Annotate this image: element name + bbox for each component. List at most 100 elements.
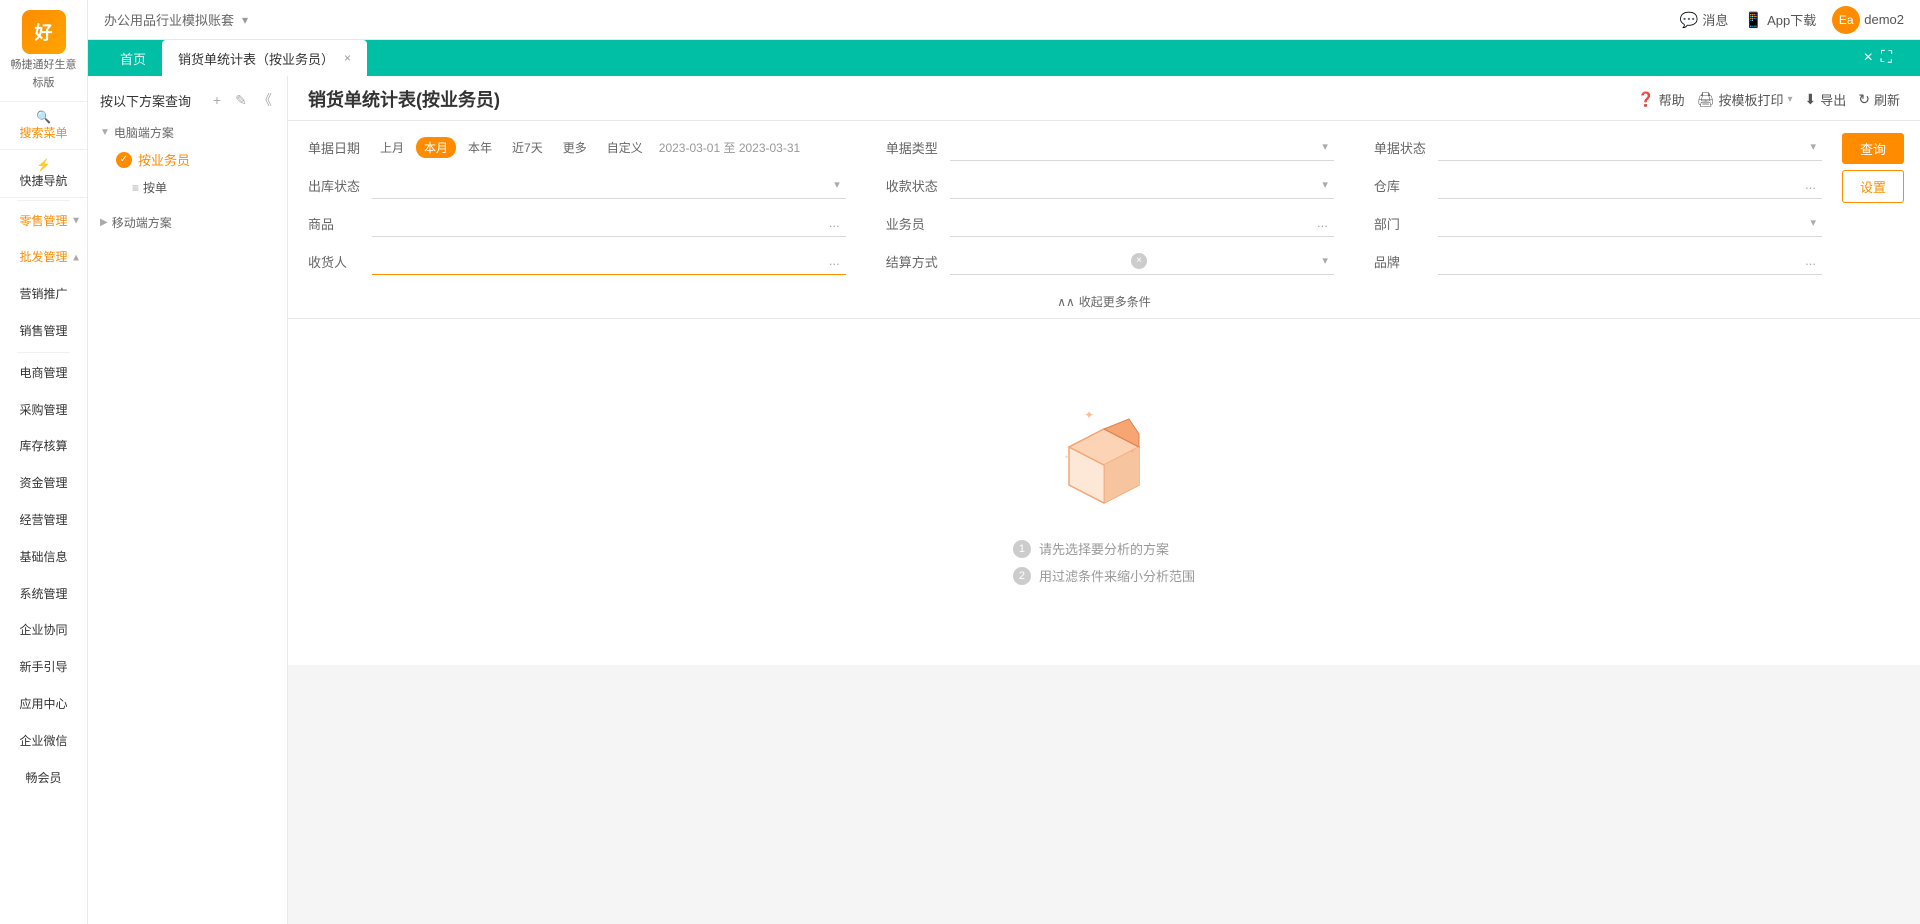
template-print-label: 按模板打印 bbox=[1718, 90, 1783, 109]
mobile-scheme-section: ▶ 移动端方案 bbox=[88, 205, 287, 240]
settlement-arrow: ▾ bbox=[1322, 254, 1328, 267]
refresh-btn[interactable]: ↻ 刷新 bbox=[1858, 90, 1900, 109]
filter-form: 单据日期 上月 本月 本年 近7天 更多 自定义 20 bbox=[288, 121, 1842, 285]
scheme-item-by-salesperson[interactable]: ✓ 按业务员 bbox=[88, 145, 287, 174]
template-print-btn[interactable]: 🖨 按模板打印 ▾ bbox=[1697, 90, 1793, 109]
tab-minimize-btn[interactable]: × bbox=[1863, 49, 1872, 67]
sidebar-item-wholesale[interactable]: 批发管理 ▲ bbox=[0, 239, 87, 276]
filter-warehouse: 仓库 ... bbox=[1374, 171, 1822, 199]
user-name: demo2 bbox=[1864, 12, 1904, 27]
sidebar-item-purchase[interactable]: 采购管理 bbox=[0, 392, 87, 429]
page-actions: ❓ 帮助 🖨 按模板打印 ▾ ⬇ 导出 ↻ 刷新 bbox=[1637, 90, 1900, 109]
receipt-status-label: 收款状态 bbox=[886, 176, 942, 195]
date-tab-custom[interactable]: 自定义 bbox=[599, 137, 651, 158]
date-tab-this-month[interactable]: 本月 bbox=[416, 137, 456, 158]
sidebar-item-appstore[interactable]: 应用中心 bbox=[0, 686, 87, 723]
brand-control[interactable]: ... bbox=[1438, 247, 1822, 275]
mobile-section-header[interactable]: ▶ 移动端方案 bbox=[88, 209, 287, 236]
empty-tip-1: 1 请先选择要分析的方案 bbox=[1013, 539, 1195, 558]
doc-status-control[interactable]: ▾ bbox=[1438, 133, 1822, 161]
scheme-collapse-btn[interactable]: 《 bbox=[255, 90, 275, 110]
sidebar-item-newbie[interactable]: 新手引导 bbox=[0, 649, 87, 686]
settlement-control[interactable]: × ▾ bbox=[950, 247, 1334, 275]
sidebar-item-sales[interactable]: 销售管理 bbox=[0, 313, 87, 350]
tip-1-num: 1 bbox=[1013, 540, 1031, 558]
sidebar-item-retail[interactable]: 零售管理 ▼ bbox=[0, 203, 87, 240]
ecommerce-label: 电商管理 bbox=[4, 365, 83, 382]
purchase-label: 采购管理 bbox=[4, 402, 83, 419]
sidebar-item-marketing[interactable]: 营销推广 bbox=[0, 276, 87, 313]
export-icon: ⬇ bbox=[1805, 91, 1817, 108]
tip-2-num: 2 bbox=[1013, 567, 1031, 585]
warehouse-control[interactable]: ... bbox=[1438, 171, 1822, 199]
out-status-control[interactable]: ▾ bbox=[372, 171, 846, 199]
salesperson-control[interactable]: ... bbox=[950, 209, 1334, 237]
help-btn[interactable]: ❓ 帮助 bbox=[1637, 90, 1684, 109]
active-tab-label: 销货单统计表（按业务员） bbox=[178, 49, 334, 68]
pc-section-label: 电脑端方案 bbox=[114, 124, 174, 141]
quick-nav-icon: ⚡ bbox=[6, 158, 81, 172]
pc-section-header[interactable]: ▼ 电脑端方案 bbox=[88, 120, 287, 145]
print-arrow: ▾ bbox=[1787, 94, 1792, 105]
settlement-label: 结算方式 bbox=[886, 252, 942, 271]
sidebar-item-ecommerce[interactable]: 电商管理 bbox=[0, 355, 87, 392]
sidebar-item-enterprise[interactable]: 企业协同 bbox=[0, 612, 87, 649]
breadcrumb-dropdown[interactable]: ▾ bbox=[242, 13, 248, 27]
sidebar-item-basic[interactable]: 基础信息 bbox=[0, 539, 87, 576]
collapse-more-btn[interactable]: ∧∧ 收起更多条件 bbox=[1045, 291, 1163, 312]
tab-maximize-btn[interactable]: ⛶ bbox=[1881, 49, 1892, 67]
member-label: 畅会员 bbox=[4, 770, 83, 787]
logo-area[interactable]: 好 畅捷通好生意 标版 bbox=[0, 0, 87, 102]
sidebar-item-quick-nav[interactable]: ⚡ 快捷导航 bbox=[0, 150, 87, 198]
date-tab-more[interactable]: 更多 bbox=[555, 137, 595, 158]
sales-label: 销售管理 bbox=[4, 323, 83, 340]
message-btn[interactable]: 💬 消息 bbox=[1680, 10, 1729, 29]
empty-state: ✦ ✦ ✦ 1 请先选择要分析的方案 2 用过滤条件来缩小分析范围 bbox=[288, 319, 1920, 665]
export-btn[interactable]: ⬇ 导出 bbox=[1805, 90, 1847, 109]
date-tab-7days[interactable]: 近7天 bbox=[504, 137, 551, 158]
filter-settlement: 结算方式 × ▾ bbox=[886, 247, 1334, 275]
export-label: 导出 bbox=[1820, 90, 1846, 109]
doc-type-control[interactable]: ▾ bbox=[950, 133, 1334, 161]
sidebar-item-operations[interactable]: 经营管理 bbox=[0, 502, 87, 539]
sidebar-item-search[interactable]: 🔍 搜索菜单 bbox=[0, 102, 87, 150]
goods-control[interactable]: ... bbox=[372, 209, 846, 237]
date-range-display: 2023-03-01 至 2023-03-31 bbox=[659, 139, 800, 156]
app-download-btn[interactable]: 📱 App下载 bbox=[1744, 10, 1816, 29]
tab-active[interactable]: 销货单统计表（按业务员） × bbox=[162, 40, 367, 76]
tab-home[interactable]: 首页 bbox=[104, 40, 162, 76]
mobile-section-chevron: ▶ bbox=[100, 217, 108, 228]
sidebar-item-inventory[interactable]: 库存核算 bbox=[0, 428, 87, 465]
date-tab-this-year[interactable]: 本年 bbox=[460, 137, 500, 158]
sidebar-item-member[interactable]: 畅会员 bbox=[0, 760, 87, 797]
sidebar-item-finance[interactable]: 资金管理 bbox=[0, 465, 87, 502]
filter-doc-status: 单据状态 ▾ bbox=[1374, 133, 1822, 161]
receipt-status-control[interactable]: ▾ bbox=[950, 171, 1334, 199]
search-label: 搜索菜单 bbox=[6, 124, 81, 141]
sidebar-item-system[interactable]: 系统管理 bbox=[0, 576, 87, 613]
operations-label: 经营管理 bbox=[4, 512, 83, 529]
filter-section: 单据日期 上月 本月 本年 近7天 更多 自定义 20 bbox=[288, 121, 1920, 285]
refresh-label: 刷新 bbox=[1874, 90, 1900, 109]
scheme-item-by-order[interactable]: ≡ 按单 bbox=[88, 174, 287, 201]
sidebar-item-wechat[interactable]: 企业微信 bbox=[0, 723, 87, 760]
query-btn[interactable]: 查询 bbox=[1842, 133, 1904, 164]
sidebar-divider-2 bbox=[17, 352, 69, 353]
logo-subtext: 标版 bbox=[33, 76, 55, 90]
left-panel: 按以下方案查询 + ✎ 《 ▼ 电脑端方案 ✓ 按业务员 ≡ 按单 bbox=[88, 76, 288, 924]
scheme-edit-btn[interactable]: ✎ bbox=[231, 90, 251, 110]
settlement-clear-btn[interactable]: × bbox=[1131, 253, 1147, 269]
settings-btn[interactable]: 设置 bbox=[1842, 170, 1904, 203]
warehouse-label: 仓库 bbox=[1374, 176, 1430, 195]
tip-2-text: 用过滤条件来缩小分析范围 bbox=[1039, 566, 1195, 585]
user-area[interactable]: Ea demo2 bbox=[1832, 6, 1904, 34]
date-tab-last-month[interactable]: 上月 bbox=[372, 137, 412, 158]
tab-close-btn[interactable]: × bbox=[344, 51, 351, 65]
date-tabs: 上月 本月 本年 近7天 更多 自定义 bbox=[372, 137, 651, 158]
sidebar: 好 畅捷通好生意 标版 🔍 搜索菜单 ⚡ 快捷导航 零售管理 ▼ 批发管理 ▲ … bbox=[0, 0, 88, 924]
dept-control[interactable]: ▾ bbox=[1438, 209, 1822, 237]
doc-status-label: 单据状态 bbox=[1374, 138, 1430, 157]
scheme-add-btn[interactable]: + bbox=[207, 90, 227, 110]
receiver-control[interactable]: ... bbox=[372, 247, 846, 275]
doc-type-arrow: ▾ bbox=[1322, 140, 1328, 153]
